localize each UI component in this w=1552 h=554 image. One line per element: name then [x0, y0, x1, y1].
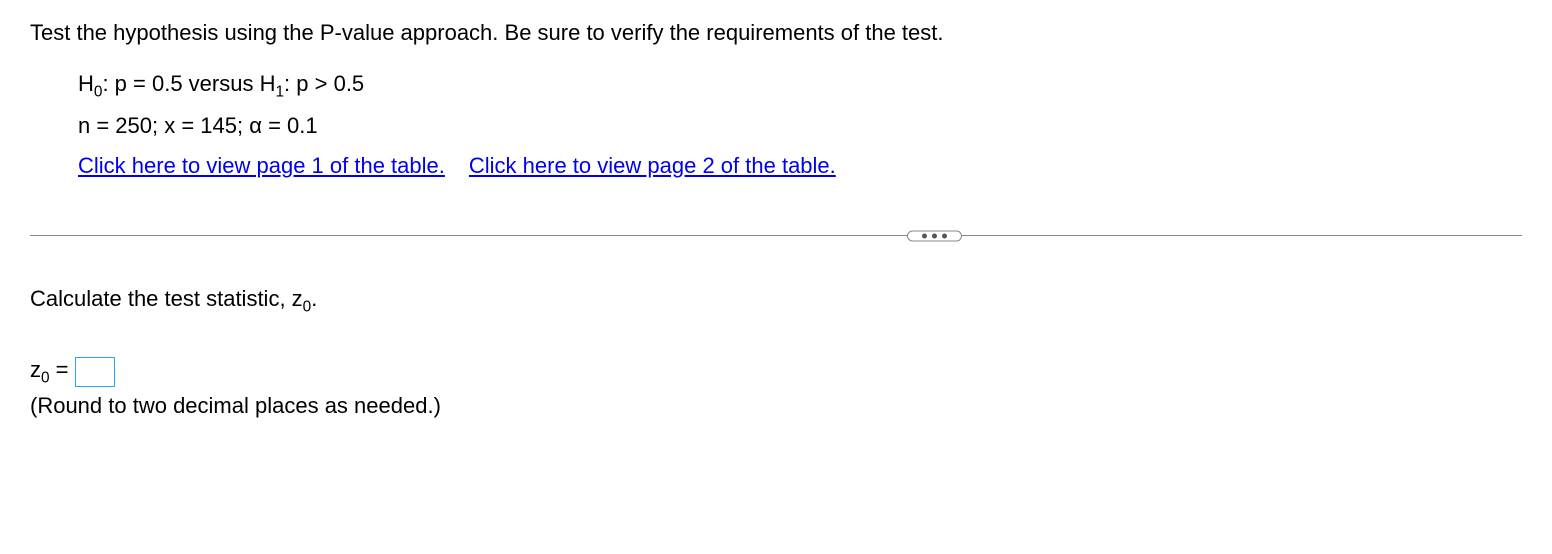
answer-sub: 0 — [41, 369, 50, 386]
more-button[interactable] — [907, 230, 962, 241]
answer-prefix: z0 = — [30, 357, 69, 387]
answer-line: z0 = — [30, 357, 1522, 387]
h0-label: H — [78, 71, 94, 96]
hypotheses-line: H0: p = 0.5 versus H1: p > 0.5 — [78, 64, 1522, 106]
instruction-line: Calculate the test statistic, z0. — [30, 286, 1522, 316]
divider-row — [30, 235, 1522, 236]
question-intro: Test the hypothesis using the P-value ap… — [30, 20, 1522, 46]
h1-text: : p > 0.5 — [284, 71, 364, 96]
divider-line — [30, 235, 1522, 236]
table-page2-link[interactable]: Click here to view page 2 of the table. — [469, 146, 836, 186]
ellipsis-icon — [942, 233, 947, 238]
table-page1-link[interactable]: Click here to view page 1 of the table. — [78, 146, 445, 186]
instruction-sub: 0 — [303, 299, 312, 316]
ellipsis-icon — [922, 233, 927, 238]
instruction-prefix: Calculate the test statistic, z — [30, 286, 303, 311]
rounding-hint: (Round to two decimal places as needed.) — [30, 393, 1522, 419]
h1-sub: 1 — [275, 83, 284, 100]
h0-text: : p = 0.5 versus H — [102, 71, 275, 96]
instruction-suffix: . — [311, 286, 317, 311]
z0-input[interactable] — [75, 357, 115, 387]
table-links: Click here to view page 1 of the table. … — [78, 146, 1522, 186]
ellipsis-icon — [932, 233, 937, 238]
answer-equals: = — [50, 357, 69, 382]
question-details: H0: p = 0.5 versus H1: p > 0.5 n = 250; … — [30, 64, 1522, 185]
parameters-line: n = 250; x = 145; α = 0.1 — [78, 106, 1522, 146]
